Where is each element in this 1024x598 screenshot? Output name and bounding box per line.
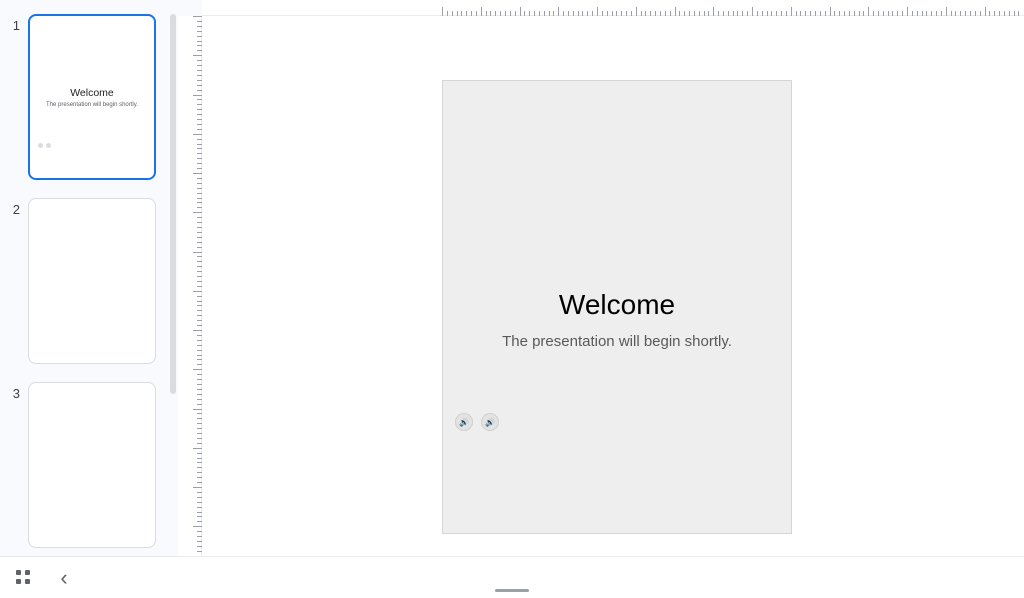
vertical-ruler[interactable] [178, 16, 202, 556]
speaker-icon: 🔊 [485, 418, 495, 427]
slide-thumbnail-3[interactable] [28, 382, 156, 548]
slide-number: 1 [0, 14, 28, 33]
speaker-icon: 🔊 [459, 418, 469, 427]
thumb-subtitle: The presentation will begin shortly. [46, 102, 138, 108]
grid-view-button[interactable] [14, 568, 34, 588]
speaker-notes-drag-handle[interactable] [495, 589, 529, 592]
slide-number: 3 [0, 382, 28, 401]
canvas-area: Welcome The presentation will begin shor… [178, 0, 1024, 556]
slide-subtitle-text[interactable]: The presentation will begin shortly. [443, 333, 791, 350]
chevron-left-icon: ‹ [60, 567, 67, 589]
horizontal-ruler-ticks [442, 0, 1024, 16]
thumb-audio-icons [38, 143, 51, 148]
thumb-title: Welcome [70, 87, 114, 99]
horizontal-ruler[interactable] [202, 0, 1024, 16]
collapse-filmstrip-button[interactable]: ‹ [54, 568, 74, 588]
speaker-icon [46, 143, 51, 148]
thumb-content: Welcome The presentation will begin shor… [30, 16, 154, 178]
slide-thumb-row: 3 [0, 382, 178, 548]
grid-icon [16, 570, 32, 586]
main-area: 1 Welcome The presentation will begin sh… [0, 0, 1024, 556]
vertical-ruler-ticks [178, 16, 202, 556]
app-root: 1 Welcome The presentation will begin sh… [0, 0, 1024, 598]
slide-thumbnail-2[interactable] [28, 198, 156, 364]
slide-thumb-row: 1 Welcome The presentation will begin sh… [0, 14, 178, 180]
slide-thumbnail-1[interactable]: Welcome The presentation will begin shor… [28, 14, 156, 180]
slide-number: 2 [0, 198, 28, 217]
slide-title-text[interactable]: Welcome [443, 289, 791, 321]
thumb-content [29, 383, 155, 547]
slide-filmstrip[interactable]: 1 Welcome The presentation will begin sh… [0, 0, 178, 556]
filmstrip-scrollbar[interactable] [170, 14, 176, 394]
canvas-surface[interactable]: Welcome The presentation will begin shor… [202, 16, 1024, 556]
slide-thumb-row: 2 [0, 198, 178, 364]
thumb-content [29, 199, 155, 363]
audio-object-2[interactable]: 🔊 [481, 413, 499, 431]
audio-object-1[interactable]: 🔊 [455, 413, 473, 431]
bottom-bar-left: ‹ [14, 568, 74, 588]
speaker-icon [38, 143, 43, 148]
bottom-bar: ‹ [0, 556, 1024, 598]
slide-page[interactable]: Welcome The presentation will begin shor… [442, 80, 792, 534]
audio-objects: 🔊 🔊 [455, 413, 499, 431]
